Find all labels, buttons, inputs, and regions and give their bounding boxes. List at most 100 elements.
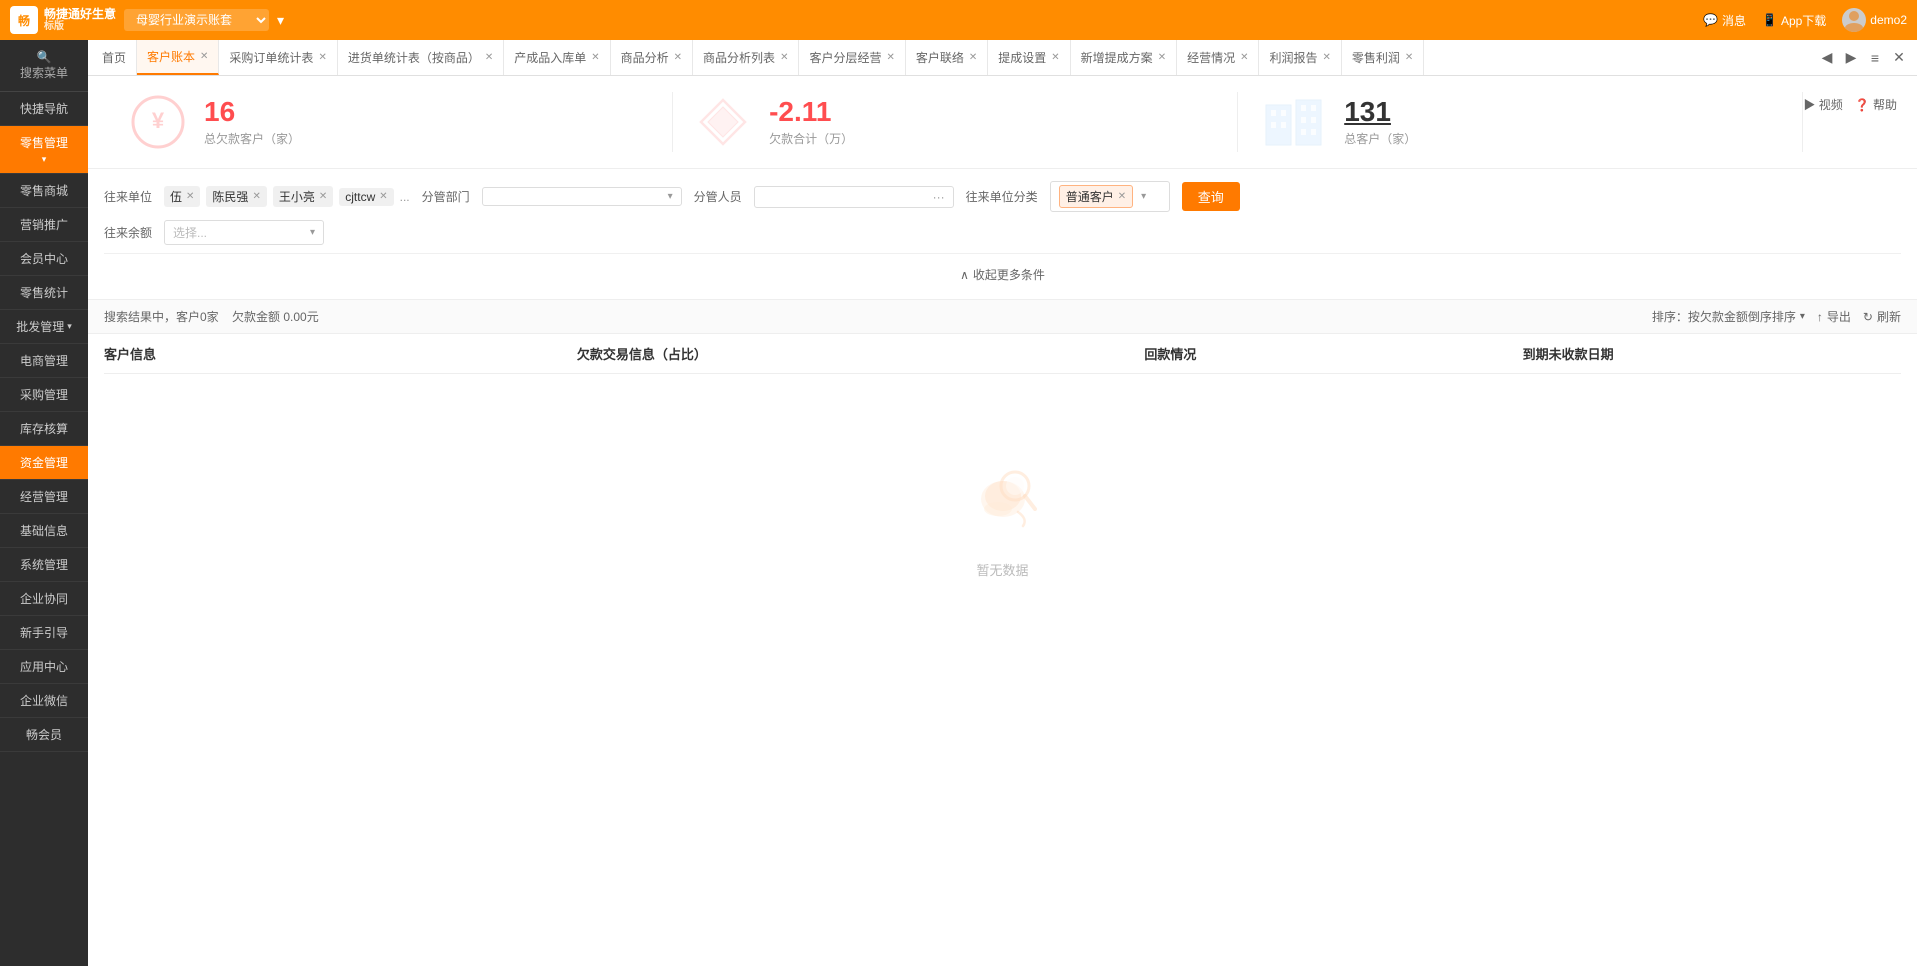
- tab-close-icon[interactable]: ✕: [1051, 52, 1059, 63]
- tab-close-icon[interactable]: ✕: [886, 52, 894, 63]
- table-header-date: 到期未收款日期: [1523, 344, 1901, 363]
- header-right: 💬 消息 📱 App下载 demo2: [1703, 8, 1907, 32]
- sidebar-item-quick-nav[interactable]: 快捷导航: [0, 92, 88, 126]
- unit-type-tag: 普通客户 ✕: [1059, 185, 1133, 208]
- unit-type-tag-close[interactable]: ✕: [1118, 191, 1126, 202]
- selector-arrow[interactable]: ▾: [277, 12, 284, 29]
- tab-bar-actions: ◀ ▶ ≡ ✕: [1813, 48, 1913, 68]
- tab-next-button[interactable]: ▶: [1841, 48, 1861, 68]
- tab-customer-contact[interactable]: 客户联络 ✕: [906, 40, 988, 75]
- tab-product-analysis[interactable]: 商品分析 ✕: [611, 40, 693, 75]
- tab-retail-profit[interactable]: 零售利润 ✕: [1342, 40, 1424, 75]
- sidebar-item-mall[interactable]: 零售商城: [0, 174, 88, 208]
- sidebar-item-finance[interactable]: 资金管理: [0, 446, 88, 480]
- person-more-dots[interactable]: ···: [933, 190, 945, 204]
- tab-profit-report[interactable]: 利润报告 ✕: [1259, 40, 1341, 75]
- sidebar-item-collab[interactable]: 企业协同: [0, 582, 88, 616]
- stat-label-total: 总客户（家）: [1344, 130, 1416, 147]
- stats-row: ¥ 16 总欠款客户（家）: [88, 76, 1917, 169]
- tab-close-icon[interactable]: ✕: [1240, 52, 1248, 63]
- app-download-button[interactable]: 📱 App下载: [1762, 12, 1826, 29]
- surplus-filter-select[interactable]: 选择... ▾: [164, 220, 324, 245]
- sidebar-item-wechat[interactable]: 企业微信: [0, 684, 88, 718]
- stat-icon-yuan: ¥: [128, 92, 188, 152]
- sidebar-item-retail[interactable]: 零售管理 ▾: [0, 126, 88, 174]
- sidebar-search[interactable]: 🔍 搜索菜单: [0, 40, 88, 92]
- stat-value-area-3: 131 总客户（家）: [1344, 98, 1416, 147]
- sort-arrow: ▾: [1800, 311, 1805, 322]
- tab-bar: 首页 客户账本 ✕ 采购订单统计表 ✕ 进货单统计表（按商品） ✕ 产成品入库单…: [88, 40, 1917, 76]
- sidebar-item-guide[interactable]: 新手引导: [0, 616, 88, 650]
- logo-text: 畅捷通好生意 标版: [44, 7, 116, 33]
- tab-customer-ledger[interactable]: 客户账本 ✕: [137, 40, 219, 75]
- tab-prev-button[interactable]: ◀: [1817, 48, 1837, 68]
- filter-tag-2: 王小亮 ✕: [273, 186, 333, 207]
- dept-filter-select[interactable]: ▾: [482, 187, 682, 206]
- filter-tag-close-3[interactable]: ✕: [379, 191, 387, 202]
- tab-more-button[interactable]: ≡: [1865, 48, 1885, 68]
- dept-filter-label: 分管部门: [422, 188, 470, 205]
- sidebar-item-ecommerce[interactable]: 电商管理: [0, 344, 88, 378]
- svg-text:¥: ¥: [151, 108, 164, 133]
- refresh-button[interactable]: ↻ 刷新: [1863, 308, 1901, 325]
- empty-illustration: [963, 454, 1043, 548]
- tab-close-icon[interactable]: ✕: [1158, 52, 1166, 63]
- collapse-button[interactable]: ∧ 收起更多条件: [960, 262, 1045, 287]
- empty-state: 暂无数据: [104, 374, 1901, 659]
- help-button[interactable]: ❓ 帮助: [1855, 96, 1897, 113]
- tab-close-icon[interactable]: ✕: [485, 52, 493, 63]
- export-icon: ↑: [1817, 310, 1823, 324]
- tab-close-icon[interactable]: ✕: [780, 52, 788, 63]
- tab-add-commission[interactable]: 新增提成方案 ✕: [1071, 40, 1177, 75]
- tab-close-icon[interactable]: ✕: [318, 52, 326, 63]
- sidebar-item-member[interactable]: 会员中心: [0, 242, 88, 276]
- page-content: ¥ 16 总欠款客户（家）: [88, 76, 1917, 966]
- tab-close-all-button[interactable]: ✕: [1889, 48, 1909, 68]
- tab-close-icon[interactable]: ✕: [674, 52, 682, 63]
- message-button[interactable]: 💬 消息: [1703, 12, 1746, 29]
- query-button[interactable]: 查询: [1182, 182, 1240, 211]
- sidebar-item-marketing[interactable]: 营销推广: [0, 208, 88, 242]
- video-help-button[interactable]: ▶ 视频: [1803, 96, 1842, 113]
- account-selector[interactable]: 母婴行业演示账套: [124, 9, 269, 31]
- sidebar-item-wholesale[interactable]: 批发管理 ▾: [0, 310, 88, 344]
- tab-product-inbound[interactable]: 产成品入库单 ✕: [504, 40, 610, 75]
- table-area: 客户信息 欠款交易信息（占比） 回款情况 到期未收款日期: [88, 334, 1917, 659]
- filter-tag-close-2[interactable]: ✕: [319, 191, 327, 202]
- sidebar-item-base-info[interactable]: 基础信息: [0, 514, 88, 548]
- sidebar-item-inventory[interactable]: 库存核算: [0, 412, 88, 446]
- tab-home[interactable]: 首页: [92, 40, 137, 75]
- tab-business-status[interactable]: 经营情况 ✕: [1177, 40, 1259, 75]
- sidebar-item-purchase[interactable]: 采购管理: [0, 378, 88, 412]
- sidebar-item-vip[interactable]: 畅会员: [0, 718, 88, 752]
- person-filter-select[interactable]: ···: [754, 186, 954, 208]
- sort-select[interactable]: 排序：按欠款金额倒序排序 ▾: [1652, 308, 1805, 325]
- table-header: 客户信息 欠款交易信息（占比） 回款情况 到期未收款日期: [104, 334, 1901, 374]
- filter-more-button[interactable]: ...: [400, 190, 410, 204]
- sidebar-item-operation[interactable]: 经营管理: [0, 480, 88, 514]
- filter-tag-3: cjttcw ✕: [339, 188, 393, 206]
- collapse-up-icon: ∧: [960, 268, 969, 282]
- tab-close-icon[interactable]: ✕: [969, 52, 977, 63]
- tab-close-icon[interactable]: ✕: [591, 52, 599, 63]
- filter-tag-close-0[interactable]: ✕: [186, 191, 194, 202]
- logo-area: 畅 畅捷通好生意 标版: [10, 6, 116, 34]
- unit-type-filter-select[interactable]: 普通客户 ✕ ▾: [1050, 181, 1170, 212]
- sidebar-item-system[interactable]: 系统管理: [0, 548, 88, 582]
- tab-commission-settings[interactable]: 提成设置 ✕: [988, 40, 1070, 75]
- tab-customer-tier[interactable]: 客户分层经营 ✕: [799, 40, 905, 75]
- user-menu[interactable]: demo2: [1842, 8, 1907, 32]
- tab-close-icon[interactable]: ✕: [200, 51, 208, 62]
- stat-label-customers: 总欠款客户（家）: [204, 130, 300, 147]
- tab-inbound-stats[interactable]: 进货单统计表（按商品） ✕: [338, 40, 504, 75]
- tab-product-list[interactable]: 商品分析列表 ✕: [693, 40, 799, 75]
- tab-close-icon[interactable]: ✕: [1323, 52, 1331, 63]
- filter-tag-close-1[interactable]: ✕: [252, 191, 260, 202]
- stat-icon-building: [1258, 92, 1328, 152]
- export-button[interactable]: ↑ 导出: [1817, 308, 1851, 325]
- tab-purchase-stats[interactable]: 采购订单统计表 ✕: [219, 40, 337, 75]
- sidebar-item-app-center[interactable]: 应用中心: [0, 650, 88, 684]
- sidebar-item-retail-stats[interactable]: 零售统计: [0, 276, 88, 310]
- tab-close-icon[interactable]: ✕: [1405, 52, 1413, 63]
- unit-filter-tags: 伍 ✕ 陈民强 ✕ 王小亮 ✕ cjttcw ✕: [164, 186, 410, 207]
